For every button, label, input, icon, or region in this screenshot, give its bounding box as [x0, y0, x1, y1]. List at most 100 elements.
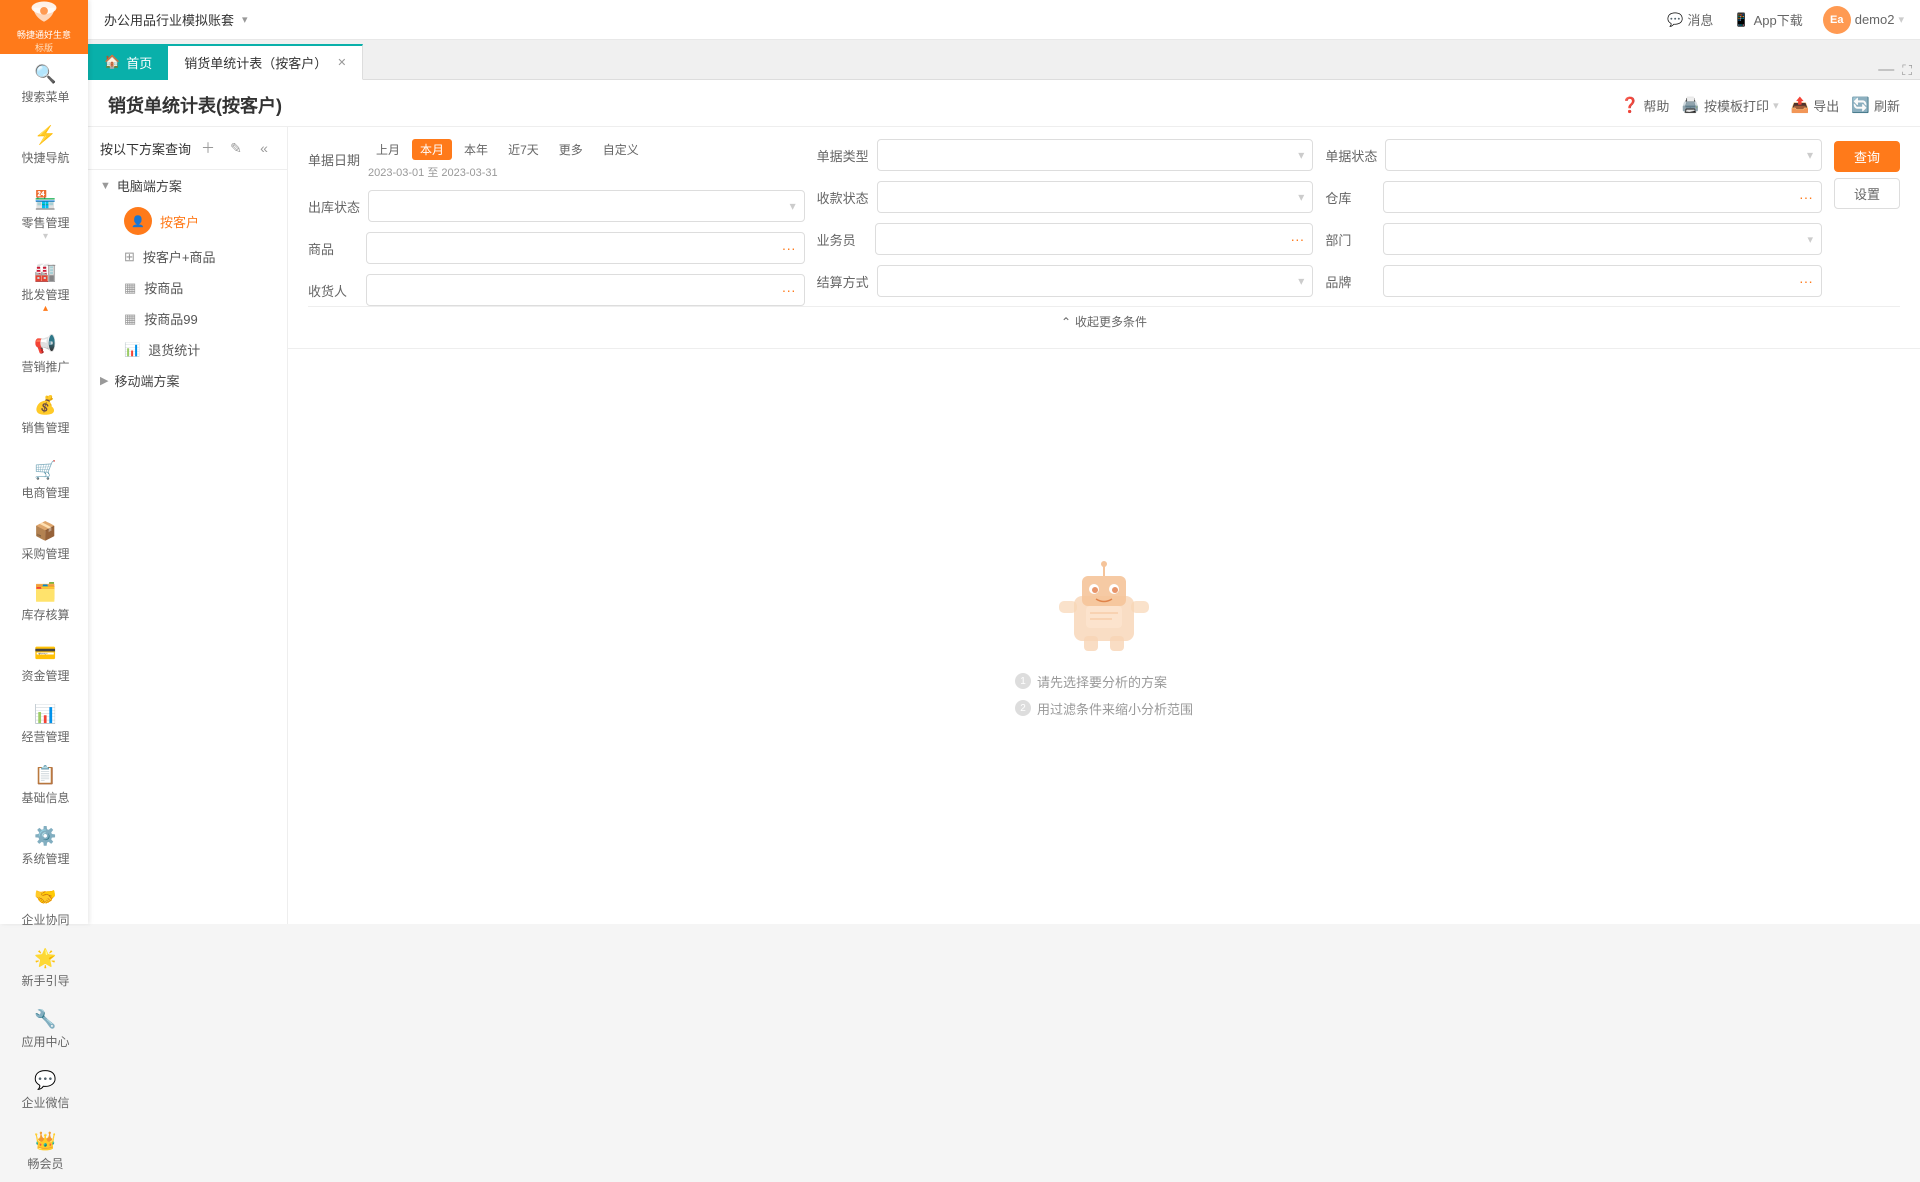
empty-illustration — [1044, 556, 1164, 656]
dept-control[interactable]: ▾ — [1383, 223, 1822, 255]
tree-item-customer-label: 按客户 — [160, 212, 199, 231]
vip-icon: 👑 — [34, 1131, 56, 1152]
export-btn[interactable]: 📤 导出 — [1791, 96, 1840, 115]
sidebar-item-quick[interactable]: ⚡ 快捷导航 — [0, 115, 88, 176]
refresh-btn[interactable]: 🔄 刷新 — [1851, 96, 1900, 115]
tree-item-return-stats[interactable]: 📊 退货统计 — [88, 334, 287, 365]
sidebar-item-inventory[interactable]: 🗂️ 库存核算 — [0, 572, 88, 633]
tip-number-2: 2 — [1015, 700, 1031, 716]
settings-button[interactable]: 设置 — [1834, 178, 1900, 209]
tab-maximize-icon[interactable]: ⛶ — [1902, 62, 1912, 79]
settlement-label: 结算方式 — [817, 272, 869, 291]
date-tab-thisyear[interactable]: 本年 — [456, 139, 496, 160]
filter-dept: 部门 ▾ — [1325, 223, 1822, 255]
topbar-title: 办公用品行业模拟账套 — [104, 10, 234, 29]
sidebar-item-vip[interactable]: 👑 畅会员 — [0, 1121, 88, 1182]
user-dropdown-icon: ▾ — [1898, 13, 1904, 26]
sidebar-item-marketing[interactable]: 📢 营销推广 — [0, 324, 88, 385]
tip-text-1: 请先选择要分析的方案 — [1037, 672, 1167, 691]
app-download-btn[interactable]: 📱 App下载 — [1733, 10, 1802, 29]
date-tab-more[interactable]: 更多 — [551, 139, 591, 160]
tip-text-2: 用过滤条件来缩小分析范围 — [1037, 699, 1193, 718]
section-mobile-label: 移动端方案 — [114, 371, 179, 390]
avatar: Ea — [1823, 6, 1851, 34]
help-label: 帮助 — [1643, 96, 1669, 115]
out-status-control[interactable]: ▾ — [368, 190, 805, 222]
salesperson-dots-icon[interactable]: ··· — [1290, 231, 1304, 247]
sidebar-item-quick-label: 快捷导航 — [21, 149, 69, 166]
sidebar-item-system[interactable]: ⚙️ 系统管理 — [0, 816, 88, 877]
brand-control[interactable]: ··· — [1383, 265, 1822, 297]
sidebar-item-purchase[interactable]: 📦 采购管理 — [0, 511, 88, 572]
sidebar-item-wechat[interactable]: 💬 企业微信 — [0, 1060, 88, 1121]
tree-section-desktop[interactable]: ▼ 电脑端方案 — [88, 170, 287, 201]
sidebar-item-sales[interactable]: 💰 销售管理 — [0, 385, 88, 446]
goods-control[interactable]: ··· — [366, 232, 805, 264]
filter-out-status: 出库状态 ▾ — [308, 190, 805, 222]
sidebar-item-appcenter[interactable]: 🔧 应用中心 — [0, 999, 88, 1060]
empty-tip-1: 1 请先选择要分析的方案 — [1015, 672, 1193, 691]
date-tab-custom[interactable]: 自定义 — [595, 139, 647, 160]
tree-item-customer[interactable]: 👤 按客户 — [88, 201, 287, 241]
doc-type-control[interactable]: ▾ — [877, 139, 1314, 171]
tab-sales-stats[interactable]: 销货单统计表（按客户） ✕ — [168, 44, 363, 80]
avatar-text: Ea — [1830, 14, 1843, 26]
sidebar-item-ecom[interactable]: 🛒 电商管理 — [0, 450, 88, 511]
collapse-label: 收起更多条件 — [1075, 313, 1147, 330]
receiver-control[interactable]: ··· — [366, 274, 805, 306]
payment-status-control[interactable]: ▾ — [877, 181, 1314, 213]
home-icon: 🏠 — [104, 54, 120, 70]
tab-home[interactable]: 🏠 首页 — [88, 44, 168, 80]
sidebar-item-basic[interactable]: 📋 基础信息 — [0, 755, 88, 816]
sidebar-item-enterprise[interactable]: 🤝 企业协同 — [0, 877, 88, 938]
add-scheme-btn[interactable]: ＋ — [197, 137, 219, 159]
export-icon: 📤 — [1791, 96, 1810, 114]
receiver-dots-icon[interactable]: ··· — [782, 282, 796, 298]
sidebar-item-newbie[interactable]: 🌟 新手引导 — [0, 938, 88, 999]
topbar-dropdown-icon[interactable]: ▾ — [242, 13, 248, 26]
warehouse-control[interactable]: ··· — [1383, 181, 1822, 213]
filter-col-2: 单据类型 ▾ 收款状态 ▾ — [817, 139, 1314, 306]
sidebar-item-operations-label: 经营管理 — [21, 728, 69, 745]
left-panel-icons: ＋ ✎ « — [197, 137, 275, 159]
brand-dots-icon[interactable]: ··· — [1799, 273, 1813, 289]
tab-close-icon[interactable]: ✕ — [337, 56, 346, 69]
help-btn[interactable]: ❓ 帮助 — [1621, 96, 1670, 115]
sidebar-item-search[interactable]: 🔍 搜索菜单 — [0, 54, 88, 115]
goods-dots-icon[interactable]: ··· — [782, 240, 796, 256]
tree-item-goods99[interactable]: ▦ 按商品99 — [88, 303, 287, 334]
date-tab-thismonth[interactable]: 本月 — [412, 139, 452, 160]
warehouse-dots-icon[interactable]: ··· — [1799, 189, 1813, 205]
search-icon: 🔍 — [34, 64, 56, 85]
customer-goods-icon: ⊞ — [124, 249, 135, 265]
print-btn[interactable]: 🖨️ 按模板打印 ▾ — [1681, 96, 1778, 115]
tree-item-goods[interactable]: ▦ 按商品 — [88, 272, 287, 303]
page-actions: ❓ 帮助 🖨️ 按模板打印 ▾ 📤 导出 🔄 刷新 — [1621, 96, 1900, 115]
date-tab-7days[interactable]: 近7天 — [500, 139, 547, 160]
sidebar-item-wholesale[interactable]: 🏭 批发管理 ▴ — [0, 252, 88, 324]
finance-icon: 💳 — [34, 643, 56, 664]
salesperson-control[interactable]: ··· — [875, 223, 1314, 255]
retail-icon: 🏪 — [34, 190, 56, 211]
sidebar-item-finance[interactable]: 💳 资金管理 — [0, 633, 88, 694]
tab-home-label: 首页 — [126, 53, 152, 72]
inventory-icon: 🗂️ — [34, 582, 56, 603]
collapse-panel-btn[interactable]: « — [253, 137, 275, 159]
sidebar-item-retail[interactable]: 🏪 零售管理 ▾ — [0, 180, 88, 252]
tree-section-mobile[interactable]: ▶ 移动端方案 — [88, 365, 287, 396]
collapse-bar[interactable]: ⌃ 收起更多条件 — [308, 306, 1900, 336]
date-tab-lastmonth[interactable]: 上月 — [368, 139, 408, 160]
message-btn[interactable]: 💬 消息 — [1667, 10, 1713, 29]
query-button[interactable]: 查询 — [1834, 141, 1900, 172]
doc-status-control[interactable]: ▾ — [1385, 139, 1822, 171]
user-profile[interactable]: Ea demo2 ▾ — [1823, 6, 1904, 34]
tree-item-customer-goods[interactable]: ⊞ 按客户+商品 — [88, 241, 287, 272]
settlement-control[interactable]: ▾ — [877, 265, 1314, 297]
goods99-icon: ▦ — [124, 311, 136, 327]
warehouse-label: 仓库 — [1325, 188, 1375, 207]
sidebar-item-operations[interactable]: 📊 经营管理 — [0, 694, 88, 755]
tab-actions: — ⛶ — [1870, 61, 1920, 80]
tab-minimize-icon[interactable]: — — [1878, 61, 1894, 79]
wholesale-icon: 🏭 — [34, 262, 56, 283]
edit-scheme-btn[interactable]: ✎ — [225, 137, 247, 159]
